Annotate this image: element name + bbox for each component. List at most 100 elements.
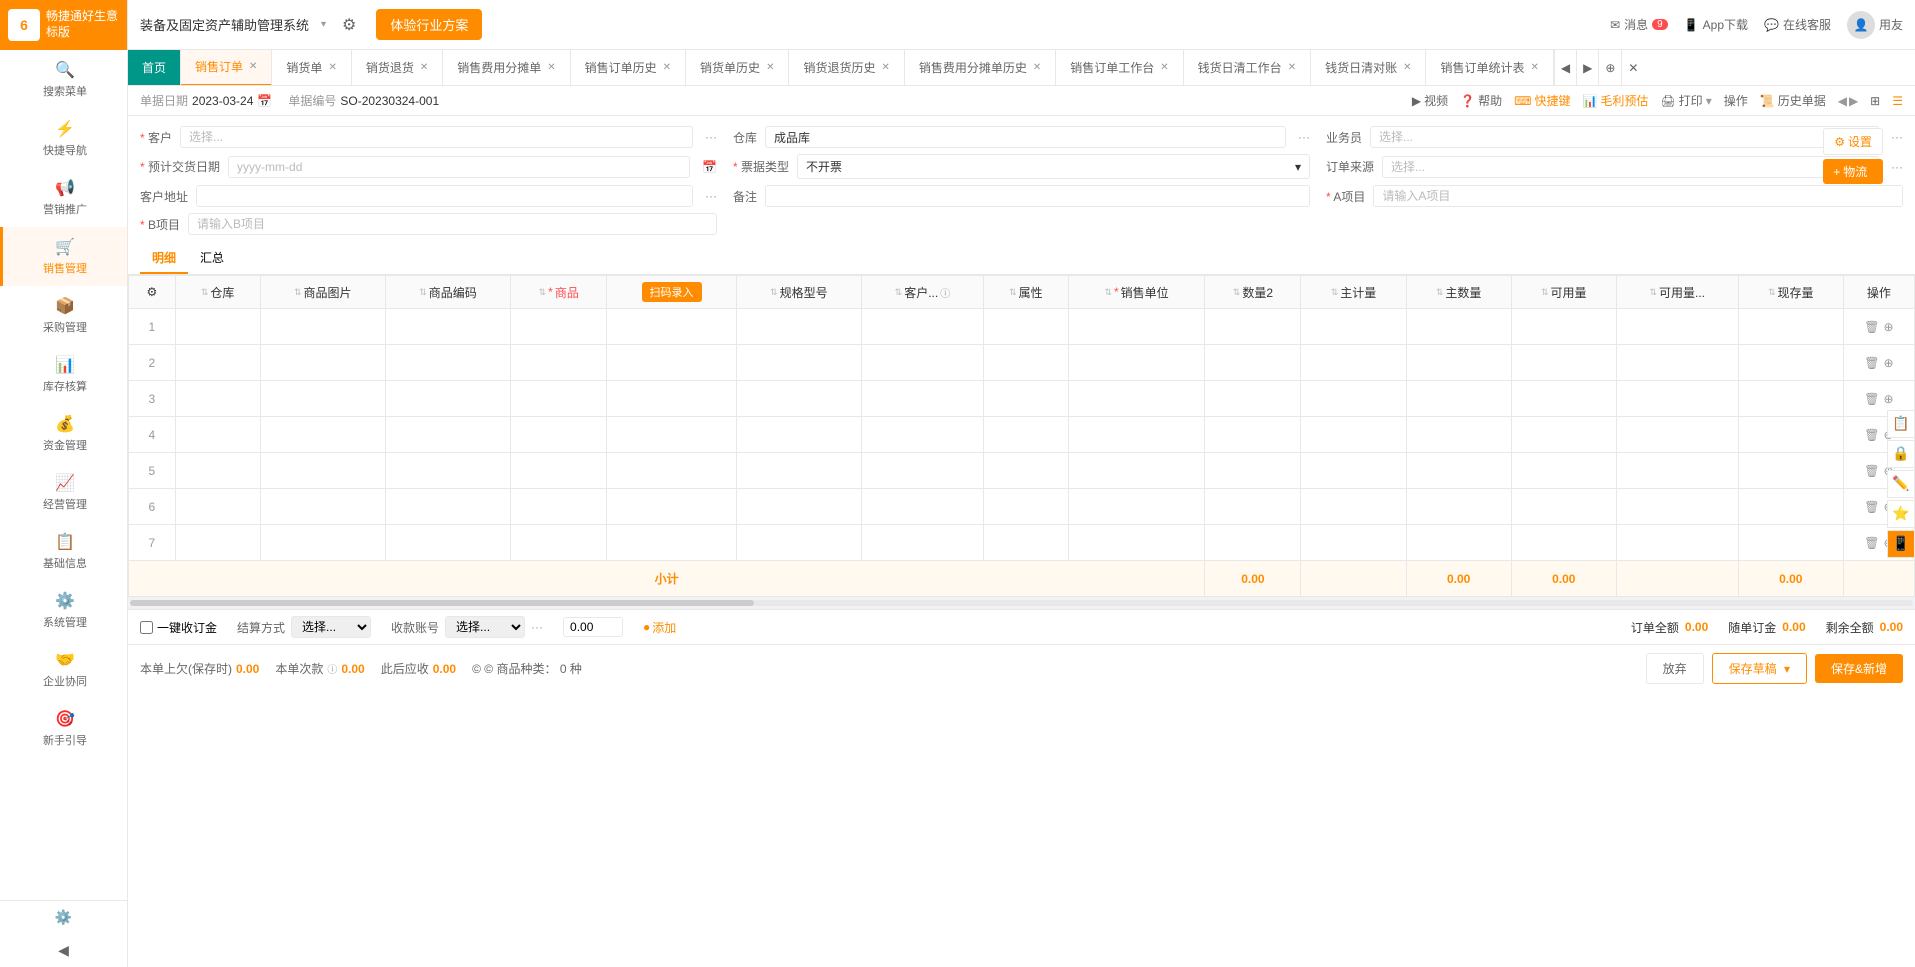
tab-sales-stats[interactable]: 销售订单统计表 ✕ [1426,50,1553,86]
tab-sales-goods[interactable]: 销货单 ✕ [272,50,351,86]
delete-icon[interactable]: 🗑 [1864,320,1879,334]
sidebar-item-marketing[interactable]: 📢 营销推广 [0,168,127,227]
right-panel-btn-4[interactable]: ⭐ [1887,500,1915,528]
one-click-checkbox[interactable]: 一键收订金 [140,619,217,636]
system-switcher[interactable]: ▾ [321,19,326,30]
sidebar-collapse-btn[interactable]: ◀ [0,934,127,967]
setup-btn[interactable]: ⚙ 设置 [1823,128,1883,155]
tab-sales-order[interactable]: 销售订单 ✕ [181,50,272,86]
copy-icon[interactable]: ⊕ [1883,392,1893,406]
delete-icon[interactable]: 🗑 [1864,356,1879,370]
tab-close-all-btn[interactable]: ✕ [1621,50,1644,86]
calendar2-icon[interactable]: 📅 [702,160,717,174]
tab-reconcile[interactable]: 钱货日清对账 ✕ [1311,50,1426,86]
tab-daily-clear[interactable]: 钱货日清工作台 ✕ [1184,50,1311,86]
th-scan[interactable]: 扫码录入 [607,276,736,309]
sidebar-item-basic[interactable]: 📋 基础信息 [0,522,127,581]
delete-icon[interactable]: 🗑 [1864,392,1879,406]
tab-close-sales-order-history[interactable]: ✕ [663,62,671,73]
invoice-select[interactable]: 不开票 ▾ [797,154,1310,179]
table-settings-icon[interactable]: ⚙ [146,285,157,299]
scrollbar-track[interactable] [130,600,1913,606]
tab-sales-fee[interactable]: 销售费用分摊单 ✕ [443,50,570,86]
scan-btn[interactable]: 扫码录入 [642,282,702,302]
save-draft-button[interactable]: 保存草稿 ▾ [1712,653,1807,684]
profit-btn[interactable]: 📊 毛利预估 [1582,92,1648,109]
topbar-gear-icon[interactable]: ⚙ [342,15,356,35]
view-btn[interactable]: ▶ 视频 [1412,92,1448,109]
th-setting[interactable]: ⚙ [129,276,176,309]
tab-home[interactable]: 首页 [128,50,181,86]
tab-prev-btn[interactable]: ◀ [1554,50,1576,86]
tab-fee-history[interactable]: 销售费用分摊单历史 ✕ [905,50,1056,86]
salesperson-dots-icon[interactable]: ··· [1891,130,1903,144]
customer-dots-icon[interactable]: ··· [705,130,717,144]
tab-close-daily-clear[interactable]: ✕ [1288,62,1296,73]
add-logistics-btn[interactable]: + 物流 [1823,159,1883,184]
b-project-input[interactable] [188,213,717,235]
nav-prev-icon[interactable]: ◀ [1838,94,1847,108]
tab-close-return-history[interactable]: ✕ [881,62,889,73]
user-menu[interactable]: 👤 用友 [1847,11,1903,39]
salesperson-input[interactable] [1370,126,1879,148]
help-btn[interactable]: ❓ 帮助 [1460,92,1502,109]
a-project-input[interactable] [1373,185,1903,207]
delete-icon[interactable]: 🗑 [1864,464,1879,478]
history-btn[interactable]: 📜 历史单据 [1760,92,1826,109]
grid-view-btn[interactable]: ⊞ [1870,94,1880,108]
print-dropdown-icon[interactable]: ▾ [1706,94,1712,108]
tab-close-sales-order[interactable]: ✕ [249,61,257,72]
tab-sales-order-history[interactable]: 销售订单历史 ✕ [571,50,686,86]
right-panel-btn-1[interactable]: 📋 [1887,410,1915,438]
tab-close-sales-return[interactable]: ✕ [420,62,428,73]
tab-close-sales-fee[interactable]: ✕ [547,62,555,73]
add-payment-btn[interactable]: ● 添加 [643,619,676,636]
warehouse-input[interactable] [765,126,1286,148]
customer-input[interactable] [180,126,693,148]
tab-order-workbench[interactable]: 销售订单工作台 ✕ [1056,50,1183,86]
right-panel-btn-5[interactable]: 📱 [1887,530,1915,558]
tab-close-sales-goods[interactable]: ✕ [328,62,336,73]
nav-next-icon[interactable]: ▶ [1849,94,1858,108]
sidebar-settings-btn[interactable]: ⚙️ [0,901,127,934]
delivery-date-input[interactable] [228,156,690,178]
tab-next-btn[interactable]: ▶ [1576,50,1598,86]
list-view-btn[interactable]: ☰ [1892,94,1903,108]
date-value[interactable]: 2023-03-24 [192,94,253,108]
save-new-button[interactable]: 保存&新增 [1815,654,1903,683]
address-dots-icon[interactable]: ··· [705,189,717,203]
one-click-checkbox-input[interactable] [140,621,153,634]
tab-more-btn[interactable]: ⊕ [1598,50,1621,86]
delete-icon[interactable]: 🗑 [1864,536,1879,550]
operate-btn[interactable]: 操作 [1724,92,1748,109]
order-source-input[interactable] [1382,156,1879,178]
delete-icon[interactable]: 🗑 [1864,500,1879,514]
copy-icon[interactable]: ⊕ [1883,320,1893,334]
sidebar-item-operations[interactable]: 📈 经营管理 [0,463,127,522]
sidebar-item-finance[interactable]: 💰 资金管理 [0,404,127,463]
account-select[interactable]: 选择... [445,616,525,638]
message-btn[interactable]: ✉ 消息 9 [1610,16,1668,33]
right-panel-btn-2[interactable]: 🔒 [1887,440,1915,468]
tab-close-sales-stats[interactable]: ✕ [1531,62,1539,73]
tab-close-fee-history[interactable]: ✕ [1033,62,1041,73]
online-service-btn[interactable]: 💬 在线客服 [1764,16,1831,33]
amount-input[interactable] [563,617,623,637]
solution-button[interactable]: 体验行业方案 [376,9,482,40]
scrollbar[interactable] [128,597,1915,609]
calendar-icon[interactable]: 📅 [257,94,272,108]
sidebar-item-guide[interactable]: 🎯 新手引导 [0,699,127,758]
shortcut-btn[interactable]: ⌨ 快捷键 [1514,92,1570,109]
discard-button[interactable]: 放弃 [1646,653,1704,684]
sidebar-item-system[interactable]: ⚙️ 系统管理 [0,581,127,640]
scrollbar-thumb[interactable] [130,600,754,606]
remark-input[interactable] [765,185,1310,207]
tab-sales-return[interactable]: 销货退货 ✕ [352,50,443,86]
address-input[interactable] [196,185,693,207]
account-dots-icon[interactable]: ··· [531,620,543,634]
sidebar-item-inventory[interactable]: 📊 库存核算 [0,345,127,404]
settlement-select[interactable]: 选择... [291,616,371,638]
tab-close-reconcile[interactable]: ✕ [1403,62,1411,73]
sidebar-item-purchase[interactable]: 📦 采购管理 [0,286,127,345]
app-download-btn[interactable]: 📱 App下载 [1684,16,1748,33]
